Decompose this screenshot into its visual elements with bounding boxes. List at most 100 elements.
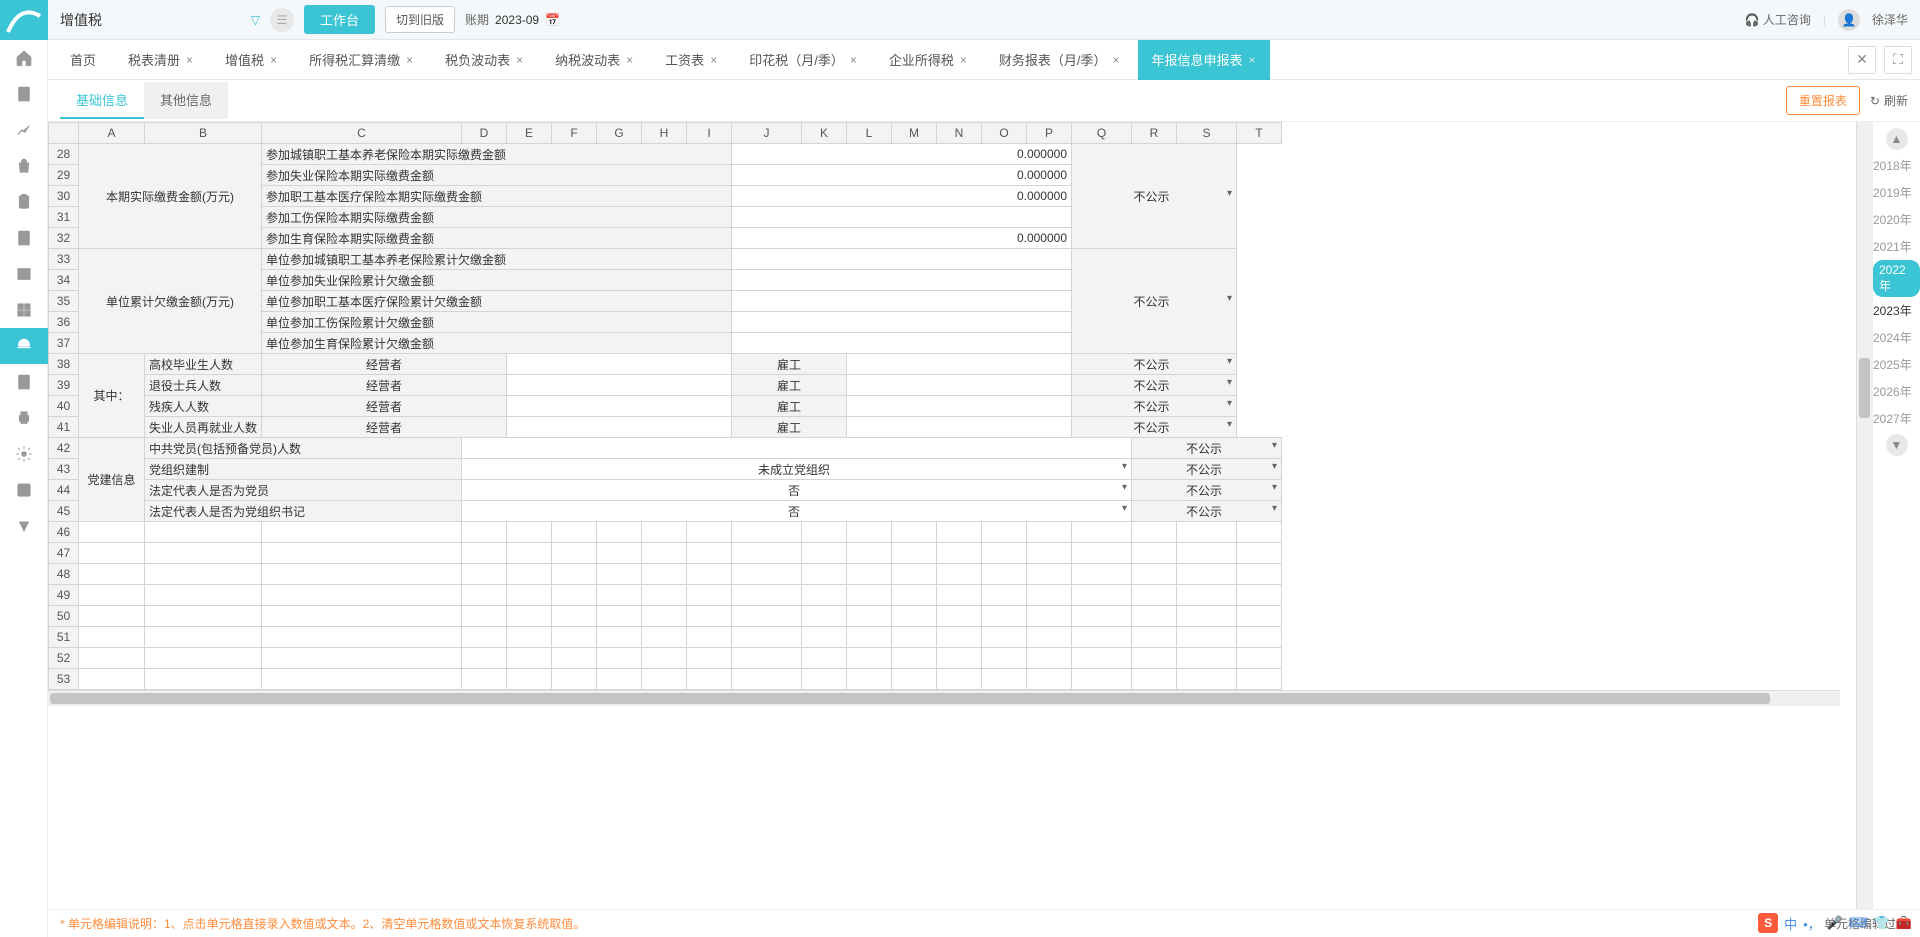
row-36[interactable]: 36 — [49, 312, 79, 333]
g4-val-3[interactable]: 否 — [462, 501, 1132, 522]
year-2022年[interactable]: 2022年 — [1873, 260, 1920, 297]
col-E[interactable]: E — [507, 123, 552, 144]
row-48[interactable]: 48 — [49, 564, 79, 585]
col-H[interactable]: H — [642, 123, 687, 144]
col-J[interactable]: J — [732, 123, 802, 144]
g4-val-2[interactable]: 否 — [462, 480, 1132, 501]
nav-calc-icon[interactable] — [0, 220, 48, 256]
g4-disclose-1[interactable]: 不公示 — [1132, 459, 1282, 480]
tab-9[interactable]: 财务报表（月/季）× — [985, 40, 1134, 80]
g4-val-1[interactable]: 未成立党组织 — [462, 459, 1132, 480]
col-O[interactable]: O — [982, 123, 1027, 144]
row-49[interactable]: 49 — [49, 585, 79, 606]
g2-disclose[interactable]: 不公示 — [1072, 249, 1237, 354]
tabs-expand[interactable]: ⛶ — [1884, 46, 1912, 74]
period-value[interactable]: 2023-09 — [495, 13, 539, 27]
tab-close-icon[interactable]: × — [1113, 53, 1120, 67]
row-32[interactable]: 32 — [49, 228, 79, 249]
nav-v-icon[interactable] — [0, 508, 48, 544]
account-select[interactable]: 增值税 ▽ — [60, 10, 260, 30]
tab-close-icon[interactable]: × — [406, 53, 413, 67]
row-43[interactable]: 43 — [49, 459, 79, 480]
tab-close-icon[interactable]: × — [1249, 53, 1256, 67]
tab-1[interactable]: 税表清册× — [114, 40, 207, 80]
ime-toolbox-icon[interactable]: 🧰 — [1896, 915, 1912, 931]
col-L[interactable]: L — [847, 123, 892, 144]
g1-val-3[interactable] — [732, 207, 1072, 228]
avatar[interactable]: 👤 — [1838, 9, 1860, 31]
g1-val-2[interactable]: 0.000000 — [732, 186, 1072, 207]
vertical-scrollbar[interactable] — [1856, 122, 1872, 909]
tab-close-icon[interactable]: × — [516, 53, 523, 67]
row-31[interactable]: 31 — [49, 207, 79, 228]
subtab-basic[interactable]: 基础信息 — [60, 82, 144, 119]
tab-8[interactable]: 企业所得税× — [875, 40, 981, 80]
switch-old-button[interactable]: 切到旧版 — [385, 6, 455, 33]
row-51[interactable]: 51 — [49, 627, 79, 648]
year-2019年[interactable]: 2019年 — [1873, 179, 1920, 206]
nav-print-icon[interactable] — [0, 400, 48, 436]
g4-disclose-2[interactable]: 不公示 — [1132, 480, 1282, 501]
year-2020年[interactable]: 2020年 — [1873, 206, 1920, 233]
col-Q[interactable]: Q — [1072, 123, 1132, 144]
nav-clipboard-icon[interactable] — [0, 184, 48, 220]
g1-val-0[interactable]: 0.000000 — [732, 144, 1072, 165]
g1-disclose[interactable]: 不公示 — [1072, 144, 1237, 249]
row-47[interactable]: 47 — [49, 543, 79, 564]
row-34[interactable]: 34 — [49, 270, 79, 291]
col-K[interactable]: K — [802, 123, 847, 144]
row-33[interactable]: 33 — [49, 249, 79, 270]
g2-val-4[interactable] — [732, 333, 1072, 354]
g2-val-1[interactable] — [732, 270, 1072, 291]
tab-5[interactable]: 纳税波动表× — [541, 40, 647, 80]
tab-2[interactable]: 增值税× — [211, 40, 291, 80]
username[interactable]: 徐泽华 — [1872, 11, 1908, 28]
year-2025年[interactable]: 2025年 — [1873, 351, 1920, 378]
row-50[interactable]: 50 — [49, 606, 79, 627]
col-N[interactable]: N — [937, 123, 982, 144]
row-41[interactable]: 41 — [49, 417, 79, 438]
year-down-icon[interactable]: ▼ — [1886, 434, 1908, 456]
nav-table-icon[interactable] — [0, 256, 48, 292]
tab-close-icon[interactable]: × — [850, 53, 857, 67]
row-45[interactable]: 45 — [49, 501, 79, 522]
row-53[interactable]: 53 — [49, 669, 79, 690]
tab-7[interactable]: 印花税（月/季）× — [735, 40, 871, 80]
row-29[interactable]: 29 — [49, 165, 79, 186]
nav-grid-icon[interactable] — [0, 292, 48, 328]
year-2018年[interactable]: 2018年 — [1873, 152, 1920, 179]
nav-play-icon[interactable] — [0, 472, 48, 508]
col-R[interactable]: R — [1132, 123, 1177, 144]
ime-mic-icon[interactable]: 🎤 — [1827, 915, 1843, 931]
tab-close-icon[interactable]: × — [626, 53, 633, 67]
col-D[interactable]: D — [462, 123, 507, 144]
year-2021年[interactable]: 2021年 — [1873, 233, 1920, 260]
tab-close-icon[interactable]: × — [960, 53, 967, 67]
row-38[interactable]: 38 — [49, 354, 79, 375]
row-35[interactable]: 35 — [49, 291, 79, 312]
g4-disclose-0[interactable]: 不公示 — [1132, 438, 1282, 459]
row-39[interactable]: 39 — [49, 375, 79, 396]
row-30[interactable]: 30 — [49, 186, 79, 207]
row-42[interactable]: 42 — [49, 438, 79, 459]
col-I[interactable]: I — [687, 123, 732, 144]
ime-lang[interactable]: 中 — [1784, 914, 1797, 933]
g3-disclose-2[interactable]: 不公示 — [1072, 396, 1237, 417]
g4-disclose-3[interactable]: 不公示 — [1132, 501, 1282, 522]
nav-home-icon[interactable] — [0, 40, 48, 76]
ime-keyboard-icon[interactable]: ⌨ — [1849, 915, 1868, 931]
year-2027年[interactable]: 2027年 — [1873, 405, 1920, 432]
nav-export-icon[interactable] — [0, 364, 48, 400]
nav-chart-icon[interactable] — [0, 112, 48, 148]
tab-close-icon[interactable]: × — [710, 53, 717, 67]
tab-3[interactable]: 所得税汇算清缴× — [295, 40, 427, 80]
tabs-close-all[interactable]: ✕ — [1848, 46, 1876, 74]
calendar-icon[interactable]: 📅 — [545, 13, 560, 27]
support-link[interactable]: 🎧 人工咨询 — [1745, 11, 1811, 28]
tab-close-icon[interactable]: × — [186, 53, 193, 67]
reset-button[interactable]: 重置报表 — [1786, 86, 1860, 115]
year-2024年[interactable]: 2024年 — [1873, 324, 1920, 351]
ime-skin-icon[interactable]: 👕 — [1874, 915, 1890, 931]
nav-doc-icon[interactable] — [0, 76, 48, 112]
tab-0[interactable]: 首页 — [56, 40, 110, 80]
